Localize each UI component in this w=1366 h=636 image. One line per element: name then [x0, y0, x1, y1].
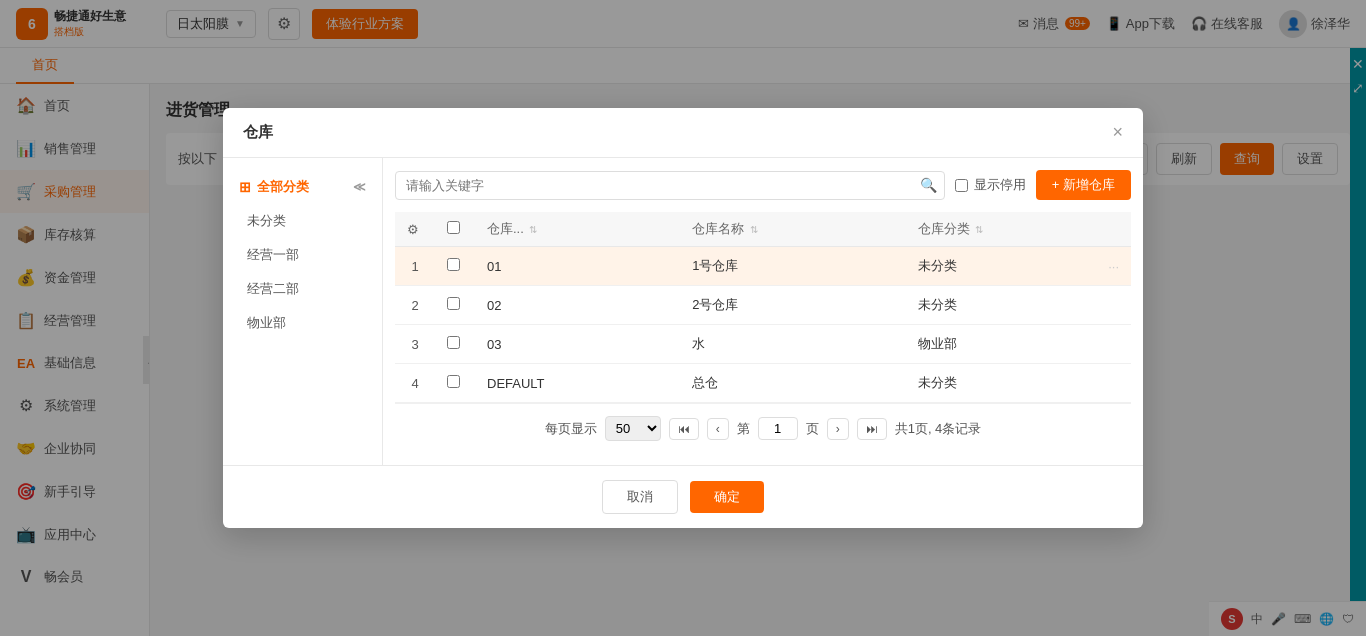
row-name-cell: 总仓 [680, 364, 905, 403]
prev-page-button[interactable]: ‹ [707, 418, 729, 440]
col-code: 仓库... ⇅ [475, 212, 680, 247]
show-disabled-checkbox[interactable] [955, 179, 968, 192]
cancel-button[interactable]: 取消 [602, 480, 678, 514]
sort-icon-name: ⇅ [750, 224, 758, 235]
total-records-label: 共1页, 4条记录 [895, 420, 982, 438]
confirm-button[interactable]: 确定 [690, 481, 764, 513]
modal-close-button[interactable]: × [1112, 122, 1123, 143]
show-disabled-checkbox-label[interactable]: 显示停用 [955, 176, 1026, 194]
grid-icon: ⊞ [239, 179, 251, 195]
col-name: 仓库名称 ⇅ [680, 212, 905, 247]
per-page-label: 每页显示 [545, 420, 597, 438]
modal-footer: 取消 确定 [223, 465, 1143, 528]
table-row[interactable]: 1 01 1号仓库 未分类··· [395, 247, 1131, 286]
table-header-row: ⚙ 仓库... ⇅ 仓库名称 ⇅ 仓库分类 ⇅ [395, 212, 1131, 247]
modal-title: 仓库 [243, 123, 273, 142]
modal-overlay: 仓库 × ⊞ 全部分类 ≪ 未分类 经营一部 经营二部 物业部 [0, 0, 1366, 636]
category-collapse-icon[interactable]: ≪ [353, 180, 366, 194]
category-panel: ⊞ 全部分类 ≪ 未分类 经营一部 经营二部 物业部 [223, 158, 383, 465]
category-item-dept2[interactable]: 经营二部 [223, 272, 382, 306]
row-checkbox[interactable] [447, 297, 460, 310]
sort-icon-category: ⇅ [975, 224, 983, 235]
last-page-button[interactable]: ⏭ [857, 418, 887, 440]
page-label: 第 [737, 420, 750, 438]
sort-icon-code: ⇅ [529, 224, 537, 235]
row-name-cell: 水 [680, 325, 905, 364]
search-icon[interactable]: 🔍 [920, 177, 937, 193]
row-code-cell: DEFAULT [475, 364, 680, 403]
add-warehouse-button[interactable]: + 新增仓库 [1036, 170, 1131, 200]
category-all-label: 全部分类 [257, 178, 309, 196]
row-name-cell: 2号仓库 [680, 286, 905, 325]
modal-header: 仓库 × [223, 108, 1143, 158]
page-suffix: 页 [806, 420, 819, 438]
row-code-cell: 02 [475, 286, 680, 325]
category-item-unclassified[interactable]: 未分类 [223, 204, 382, 238]
row-code-cell: 03 [475, 325, 680, 364]
warehouse-modal: 仓库 × ⊞ 全部分类 ≪ 未分类 经营一部 经营二部 物业部 [223, 108, 1143, 528]
row-index-cell: 3 [395, 325, 435, 364]
row-name-cell: 1号仓库 [680, 247, 905, 286]
per-page-select[interactable]: 50 10 20 100 [605, 416, 661, 441]
row-checkbox[interactable] [447, 336, 460, 349]
table-panel: 🔍 显示停用 + 新增仓库 ⚙ 仓库... ⇅ [383, 158, 1143, 465]
col-category: 仓库分类 ⇅ [906, 212, 1131, 247]
search-input-wrap: 🔍 [395, 171, 945, 200]
row-category-cell: 未分类 [906, 286, 1131, 325]
row-category-cell: 未分类··· [906, 247, 1131, 286]
row-category-cell: 未分类 [906, 364, 1131, 403]
category-all[interactable]: ⊞ 全部分类 ≪ [223, 170, 382, 204]
row-checkbox-cell[interactable] [435, 364, 475, 403]
row-index-cell: 4 [395, 364, 435, 403]
warehouse-table: ⚙ 仓库... ⇅ 仓库名称 ⇅ 仓库分类 ⇅ 1 01 1号仓库 未分类···… [395, 212, 1131, 403]
modal-body: ⊞ 全部分类 ≪ 未分类 经营一部 经营二部 物业部 🔍 [223, 158, 1143, 465]
category-item-property[interactable]: 物业部 [223, 306, 382, 340]
row-index-cell: 2 [395, 286, 435, 325]
select-all-checkbox[interactable] [447, 221, 460, 234]
row-checkbox[interactable] [447, 258, 460, 271]
row-code-cell: 01 [475, 247, 680, 286]
first-page-button[interactable]: ⏮ [669, 418, 699, 440]
row-index-cell: 1 [395, 247, 435, 286]
table-row[interactable]: 3 03 水 物业部 [395, 325, 1131, 364]
row-checkbox[interactable] [447, 375, 460, 388]
category-item-dept1[interactable]: 经营一部 [223, 238, 382, 272]
col-checkbox [435, 212, 475, 247]
row-checkbox-cell[interactable] [435, 325, 475, 364]
col-gear: ⚙ [395, 212, 435, 247]
row-checkbox-cell[interactable] [435, 247, 475, 286]
pagination: 每页显示 50 10 20 100 ⏮ ‹ 第 页 › ⏭ 共1页, 4条记录 [395, 403, 1131, 453]
row-category-cell: 物业部 [906, 325, 1131, 364]
next-page-button[interactable]: › [827, 418, 849, 440]
table-row[interactable]: 4 DEFAULT 总仓 未分类 [395, 364, 1131, 403]
table-row[interactable]: 2 02 2号仓库 未分类 [395, 286, 1131, 325]
search-input[interactable] [395, 171, 945, 200]
page-number-input[interactable] [758, 417, 798, 440]
table-toolbar: 🔍 显示停用 + 新增仓库 [395, 170, 1131, 200]
row-checkbox-cell[interactable] [435, 286, 475, 325]
gear-header-icon: ⚙ [407, 222, 419, 237]
